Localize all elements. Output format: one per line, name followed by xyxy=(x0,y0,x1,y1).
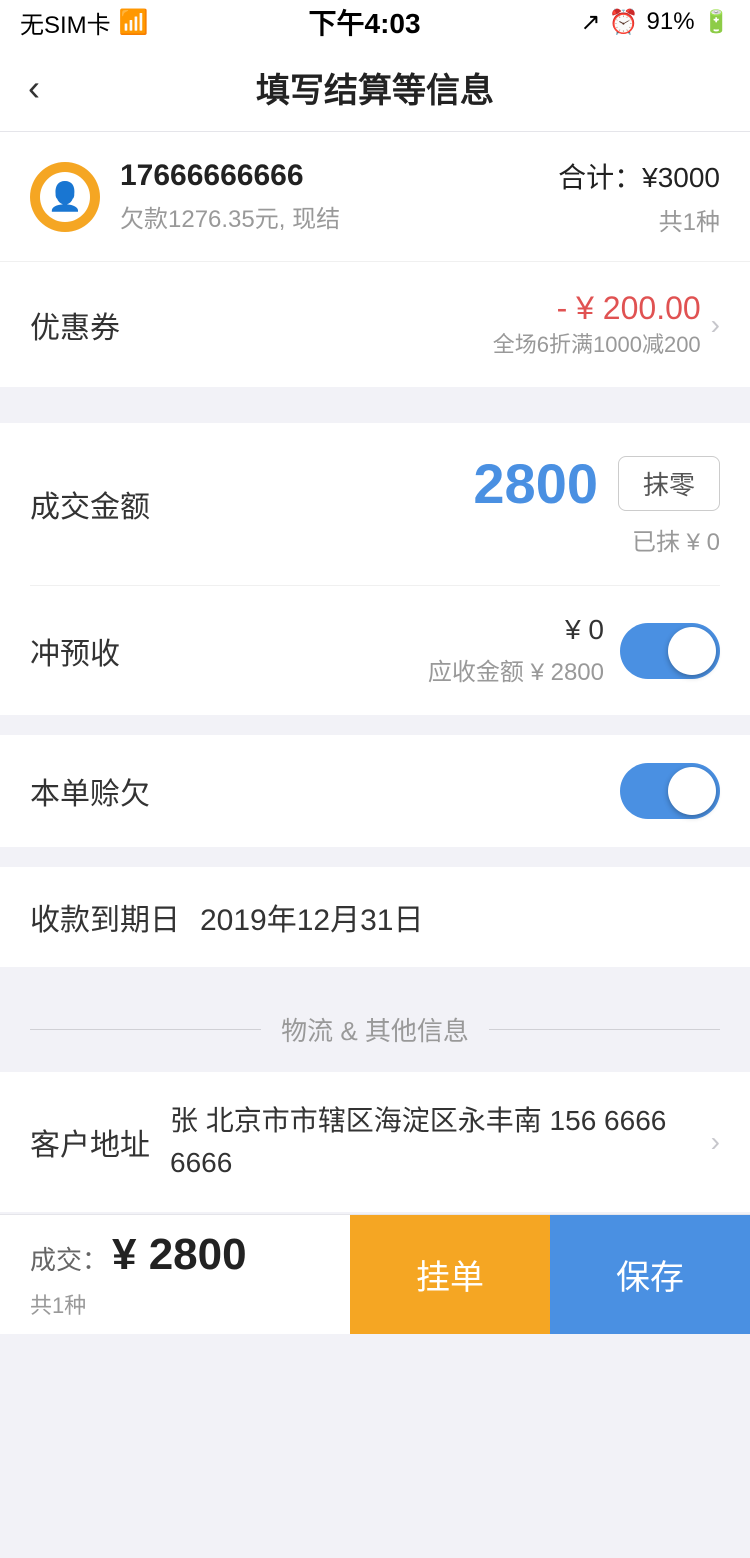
amount-area: 2800 抹零 xyxy=(473,451,720,516)
bottom-bar: 成交： ¥ 2800 共1种 挂单 保存 xyxy=(0,1214,750,1334)
customer-card: 👤 17666666666 欠款1276.35元, 现结 合计：¥3000 共1… xyxy=(0,132,750,387)
carrier-label: 无SIM卡 xyxy=(20,5,111,40)
transaction-label: 成交金额 xyxy=(30,482,150,526)
address-card: 客户地址 张 北京市市辖区海淀区永丰南 156 6666 6666 › xyxy=(0,1072,750,1212)
avatar-icon: 👤 xyxy=(40,172,90,222)
coupon-amount: - ¥ 200.00 xyxy=(557,290,701,327)
section-divider-4 xyxy=(0,967,750,987)
wifi-icon: 📶 xyxy=(119,8,149,37)
toggle-thumb-2 xyxy=(668,767,716,815)
section-divider-3 xyxy=(0,847,750,867)
prepayment-label: 冲预收 xyxy=(30,629,120,673)
prepayment-toggle[interactable] xyxy=(620,623,720,679)
debt-toggle[interactable] xyxy=(620,763,720,819)
address-value: 张 北京市市辖区海淀区永丰南 156 6666 6666 xyxy=(170,1100,711,1184)
round-button[interactable]: 抹零 xyxy=(618,456,720,511)
coupon-row[interactable]: 优惠券 - ¥ 200.00 全场6折满1000减200 › xyxy=(0,261,750,387)
status-bar: 无SIM卡 📶 下午4:03 ↗ ⏰ 91% 🔋 xyxy=(0,0,750,44)
customer-left: 👤 17666666666 欠款1276.35元, 现结 xyxy=(30,159,340,234)
battery-label: 91% xyxy=(647,8,695,36)
customer-row: 👤 17666666666 欠款1276.35元, 现结 合计：¥3000 共1… xyxy=(0,132,750,261)
back-button[interactable]: ‹ xyxy=(28,67,40,109)
logistics-line-right xyxy=(489,1029,720,1030)
bottom-buttons: 挂单 保存 xyxy=(350,1215,750,1334)
due-date-value: 2019年12月31日 xyxy=(200,895,423,939)
address-row[interactable]: 客户地址 张 北京市市辖区海淀区永丰南 156 6666 6666 › xyxy=(0,1072,750,1212)
coupon-label: 优惠券 xyxy=(30,303,120,347)
toggle-thumb xyxy=(668,627,716,675)
nav-bar: ‹ 填写结算等信息 xyxy=(0,44,750,132)
coupon-right: - ¥ 200.00 全场6折满1000减200 › xyxy=(493,290,720,359)
save-button[interactable]: 保存 xyxy=(550,1215,750,1334)
chevron-right-icon: › xyxy=(711,309,720,341)
prepayment-amount: ¥ 0 xyxy=(565,614,604,646)
form-section-2: 本单赊欠 xyxy=(0,735,750,847)
address-chevron-icon: › xyxy=(711,1126,720,1158)
logistics-label: 物流 & 其他信息 xyxy=(261,1011,489,1048)
bottom-amount: ¥ 2800 xyxy=(112,1230,247,1280)
due-date-row: 收款到期日 2019年12月31日 xyxy=(0,867,750,967)
hang-button[interactable]: 挂单 xyxy=(350,1215,550,1334)
coupon-discount: - ¥ 200.00 全场6折满1000减200 xyxy=(493,290,701,359)
prepayment-sub: 应收金额 ¥ 2800 xyxy=(428,652,604,687)
status-right: ↗ ⏰ 91% 🔋 xyxy=(581,8,730,37)
debt-label: 本单赊欠 xyxy=(30,769,150,813)
transaction-sub: 已抹 ¥ 0 xyxy=(632,522,720,557)
total-amount: 合计：¥3000 xyxy=(558,156,720,196)
due-date-label: 收款到期日 xyxy=(30,895,180,939)
bottom-count: 共1种 xyxy=(30,1288,350,1320)
time-label: 下午4:03 xyxy=(309,2,421,42)
coupon-desc: 全场6折满1000减200 xyxy=(493,327,701,359)
section-divider-1 xyxy=(0,403,750,423)
form-section-1: 成交金额 2800 抹零 已抹 ¥ 0 冲预收 ¥ 0 应收金额 ¥ 2800 xyxy=(0,423,750,715)
address-label: 客户地址 xyxy=(30,1120,150,1164)
location-icon: ↗ xyxy=(581,8,601,37)
transaction-amount: 2800 xyxy=(473,451,598,516)
transaction-row: 成交金额 2800 抹零 已抹 ¥ 0 xyxy=(30,423,720,586)
customer-right: 合计：¥3000 共1种 xyxy=(558,156,720,237)
section-divider-2 xyxy=(0,715,750,735)
alarm-icon: ⏰ xyxy=(609,8,639,37)
logistics-divider: 物流 & 其他信息 xyxy=(0,987,750,1072)
customer-phone: 17666666666 xyxy=(120,159,340,193)
bottom-label: 成交： xyxy=(30,1240,108,1277)
battery-icon: 🔋 xyxy=(703,9,730,35)
bottom-summary: 成交： ¥ 2800 共1种 xyxy=(0,1230,350,1320)
avatar: 👤 xyxy=(30,162,100,232)
customer-info: 17666666666 欠款1276.35元, 现结 xyxy=(120,159,340,234)
logistics-line-left xyxy=(30,1029,261,1030)
transaction-right: 2800 抹零 已抹 ¥ 0 xyxy=(473,451,720,557)
status-left: 无SIM卡 📶 xyxy=(20,5,149,40)
debt-row: 本单赊欠 xyxy=(30,735,720,847)
page-title: 填写结算等信息 xyxy=(256,63,494,112)
prepayment-right: ¥ 0 应收金额 ¥ 2800 xyxy=(428,614,720,687)
content: 👤 17666666666 欠款1276.35元, 现结 合计：¥3000 共1… xyxy=(0,132,750,1558)
prepayment-info: ¥ 0 应收金额 ¥ 2800 xyxy=(428,614,604,687)
customer-debt: 欠款1276.35元, 现结 xyxy=(120,199,340,234)
prepayment-row: 冲预收 ¥ 0 应收金额 ¥ 2800 xyxy=(30,586,720,715)
total-count: 共1种 xyxy=(659,202,720,237)
